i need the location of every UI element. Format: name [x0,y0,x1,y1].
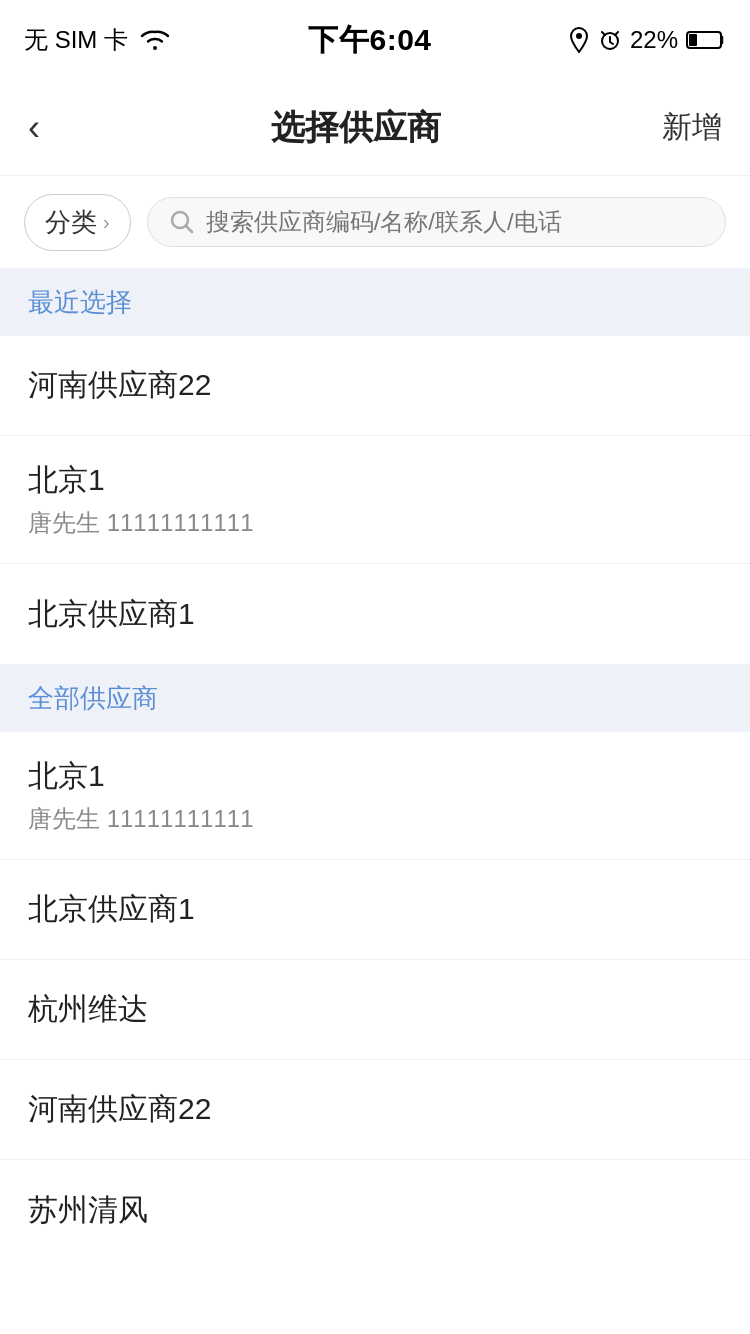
recent-header-text: 最近选择 [28,285,132,320]
item-name: 北京供应商1 [28,889,722,930]
search-box [147,197,726,247]
search-icon [168,208,196,236]
svg-point-0 [576,33,582,39]
battery-icon [686,29,726,51]
category-button[interactable]: 分类 › [24,194,131,251]
all-header-text: 全部供应商 [28,681,158,716]
svg-rect-3 [689,34,697,46]
item-name: 杭州维达 [28,989,722,1030]
chevron-right-icon: › [103,211,110,234]
recent-section-header: 最近选择 [0,268,750,336]
battery-percent: 22% [630,26,678,54]
location-icon [568,27,590,53]
item-sub: 唐先生 11111111111 [28,507,722,539]
list-item[interactable]: 苏州清风 [0,1160,750,1260]
list-item[interactable]: 北京供应商1 [0,564,750,664]
all-section-header: 全部供应商 [0,664,750,732]
new-action-button[interactable]: 新增 [662,107,722,148]
status-right: 22% [568,26,726,54]
status-left: 无 SIM 卡 [24,24,172,56]
category-label: 分类 [45,205,97,240]
list-item[interactable]: 杭州维达 [0,960,750,1060]
filter-bar: 分类 › [0,176,750,268]
item-name: 北京供应商1 [28,594,722,635]
item-sub: 唐先生 11111111111 [28,803,722,835]
list-item[interactable]: 河南供应商22 [0,1060,750,1160]
item-name: 北京1 [28,756,722,797]
status-time: 下午6:04 [308,20,431,61]
list-item[interactable]: 北京供应商1 [0,860,750,960]
list-item[interactable]: 河南供应商22 [0,336,750,436]
list-item[interactable]: 北京1 唐先生 11111111111 [0,436,750,564]
list-item[interactable]: 北京1 唐先生 11111111111 [0,732,750,860]
item-name: 北京1 [28,460,722,501]
back-button[interactable]: ‹ [18,97,50,159]
nav-bar: ‹ 选择供应商 新增 [0,80,750,176]
item-name: 河南供应商22 [28,365,722,406]
item-name: 苏州清风 [28,1190,722,1231]
all-items-list: 北京1 唐先生 11111111111 北京供应商1 杭州维达 河南供应商22 … [0,732,750,1260]
wifi-icon [138,28,172,52]
sim-label: 无 SIM 卡 [24,24,128,56]
recent-items-list: 河南供应商22 北京1 唐先生 11111111111 北京供应商1 [0,336,750,664]
alarm-icon [598,27,622,53]
item-name: 河南供应商22 [28,1089,722,1130]
status-bar: 无 SIM 卡 下午6:04 22% [0,0,750,80]
search-input[interactable] [206,208,705,236]
page-title: 选择供应商 [50,105,662,151]
